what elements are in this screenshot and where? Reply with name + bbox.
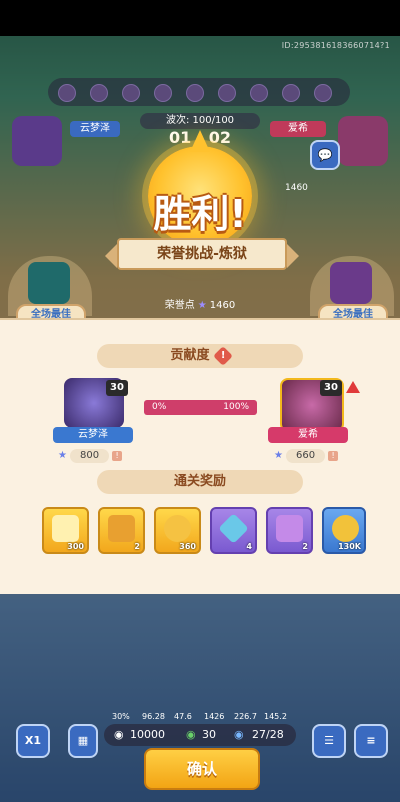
chat-button-icon[interactable]: ☰ (312, 724, 346, 758)
contribution-bar: 0% 100% (144, 400, 257, 415)
chat-icon[interactable]: 💬 (310, 140, 340, 170)
victory-title: 胜利! (153, 192, 247, 236)
confirm-button[interactable]: 确认 (144, 748, 260, 790)
reward-count: 130K (338, 542, 361, 551)
contribution-label: 贡献度 (170, 348, 210, 363)
alert-icon[interactable] (346, 381, 360, 393)
enemy-icon (218, 84, 236, 102)
reward-item[interactable]: 130K (322, 507, 366, 554)
reward-count: 360 (179, 542, 196, 551)
right-contribution-stat: ★ 660! (274, 449, 339, 463)
enemy-icon (314, 84, 332, 102)
menu-icon[interactable]: ≡ (354, 724, 388, 758)
enemy-icon (58, 84, 76, 102)
right-hero-name: 爱希 (268, 427, 348, 443)
enemy-icon (186, 84, 204, 102)
reward-item[interactable]: 2 (266, 507, 313, 554)
left-contribution-stat: ★ 800! (58, 449, 123, 463)
reward-item[interactable]: 300 (42, 507, 89, 554)
wave-counter: 波次: 100/100 (140, 113, 260, 129)
right-player-avatar (338, 116, 388, 166)
hud-stat: 47.6 (174, 712, 192, 721)
score-badge: 1460 (285, 183, 308, 193)
left-player-name: 云梦泽 (70, 121, 120, 137)
contribution-title: 贡献度! (97, 344, 303, 368)
speed-button[interactable]: X1 (16, 724, 50, 758)
honor-value: 1460 (209, 300, 236, 311)
right-player-name: 爱希 (270, 121, 326, 137)
player-id: ID:2953816183660714?1 (281, 41, 390, 50)
honor-points: 荣誉点 ★ 1460 (150, 298, 250, 314)
enemy-queue (48, 78, 350, 106)
left-hero-name: 云梦泽 (53, 427, 133, 443)
coin-icon (332, 515, 359, 542)
warning-icon[interactable]: ! (212, 345, 233, 366)
inventory-icon[interactable]: ▦ (68, 724, 98, 758)
key-icon (164, 515, 191, 542)
contribution-right-percent: 100% (223, 402, 249, 412)
reward-count: 4 (246, 542, 252, 551)
resource-value: 27/28 (252, 728, 284, 741)
reward-item[interactable]: 2 (98, 507, 145, 554)
resource-value: 30 (202, 728, 216, 741)
hud-stat: 30% (112, 712, 130, 721)
rewards-title: 通关奖励 (97, 470, 303, 494)
reward-count: 2 (134, 542, 140, 551)
star-icon: ★ (274, 450, 283, 461)
enemy-icon (90, 84, 108, 102)
left-contribution-value: 800 (69, 449, 110, 463)
reward-count: 2 (302, 542, 308, 551)
resource-icon: ◉ (234, 728, 244, 741)
enemy-icon (154, 84, 172, 102)
resource-value: 10000 (130, 728, 165, 741)
right-hero-level: 30 (320, 380, 342, 396)
status-bar (0, 0, 400, 36)
challenge-ribbon: 荣誉挑战-炼狱 (105, 238, 299, 270)
resource-bar: ◉ 10000 ◉ 30 ◉ 27/28 (104, 724, 296, 746)
info-icon[interactable]: ! (112, 451, 123, 461)
reward-item[interactable]: 360 (154, 507, 201, 554)
hud-stats-row: 30% 96.28 47.6 1426 226.7 145.2 (110, 712, 290, 722)
left-hero-level: 30 (106, 380, 128, 396)
resource-icon: ◉ (114, 728, 124, 741)
treasure-chest-icon (108, 515, 135, 542)
enemy-icon (122, 84, 140, 102)
hud-stat: 145.2 (264, 712, 287, 721)
sun-ray-icon (190, 130, 210, 152)
enemy-icon (250, 84, 268, 102)
honor-label: 荣誉点 (164, 300, 195, 311)
crystal-icon (218, 513, 249, 544)
reward-item[interactable]: 4 (210, 507, 257, 554)
reward-count: 300 (67, 542, 84, 551)
shield-token-icon (52, 515, 79, 542)
right-contribution-value: 660 (285, 449, 326, 463)
hud-stat: 226.7 (234, 712, 257, 721)
contribution-left-percent: 0% (152, 402, 167, 412)
left-player-avatar (12, 116, 62, 166)
hud-stat: 96.28 (142, 712, 165, 721)
purple-chest-icon (276, 515, 303, 542)
enemy-icon (282, 84, 300, 102)
star-icon: ★ (58, 450, 67, 461)
mvp-left-pet-icon (28, 262, 70, 304)
resource-icon: ◉ (186, 728, 196, 741)
mvp-right-pet-icon (330, 262, 372, 304)
honor-star-icon: ★ (197, 300, 207, 311)
hud-stat: 1426 (204, 712, 225, 721)
info-icon[interactable]: ! (328, 451, 339, 461)
